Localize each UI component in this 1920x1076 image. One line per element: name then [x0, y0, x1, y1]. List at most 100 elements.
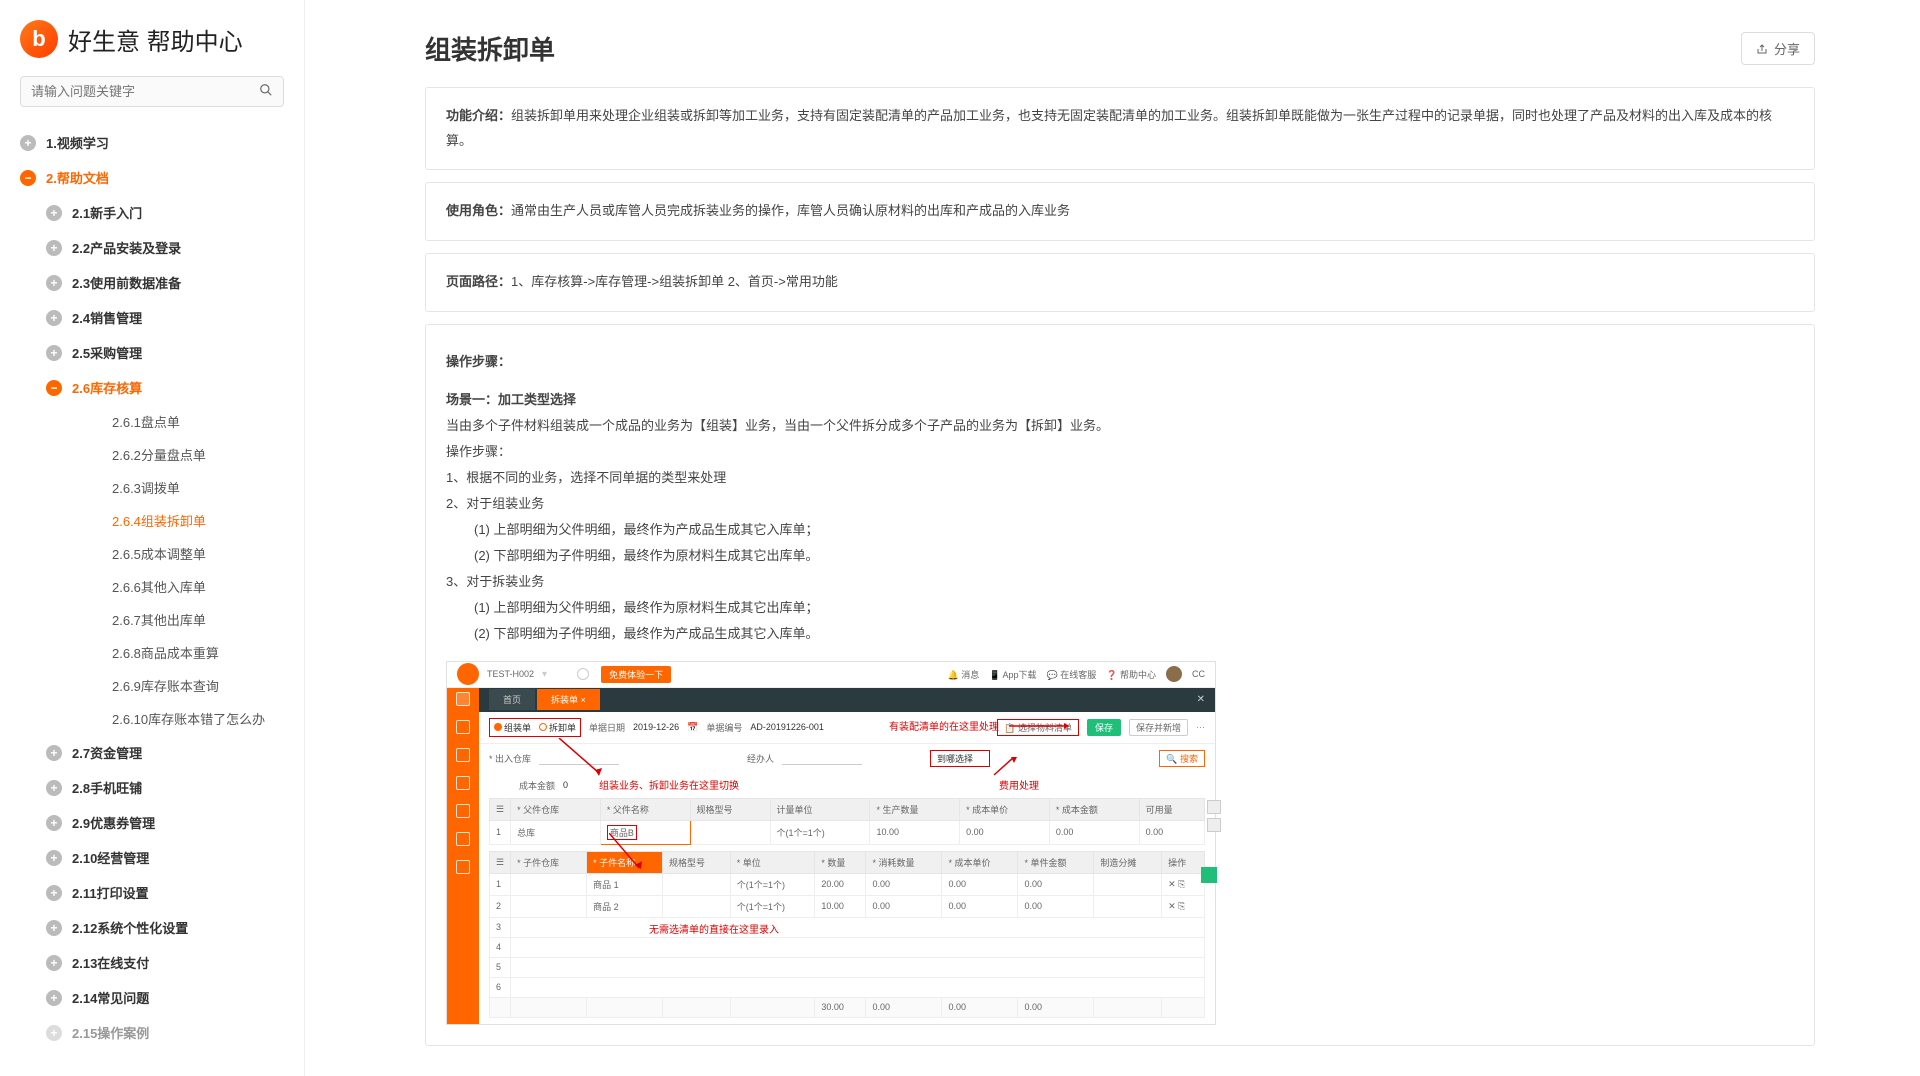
logo: b 好生意 帮助中心 — [20, 20, 284, 58]
chevron-down-icon: ▾ — [542, 669, 547, 680]
site-title: 好生意 帮助中心 — [68, 22, 243, 57]
nav-2-6-10[interactable]: 2.6.10库存账本错了怎么办 — [72, 702, 284, 735]
search-input[interactable] — [31, 84, 259, 99]
ss-operator-input — [782, 751, 862, 765]
nav-2-9[interactable]: 2.9优惠券管理 — [46, 805, 284, 840]
minus-icon — [46, 380, 62, 396]
nav-2-1[interactable]: 2.1新手入门 — [46, 195, 284, 230]
step1: 1、根据不同的业务，选择不同单据的类型来处理 — [446, 465, 1794, 491]
gear-icon — [1207, 818, 1221, 832]
plus-icon — [46, 990, 62, 1006]
search-icon[interactable] — [259, 83, 273, 100]
page-title: 组装拆卸单 — [425, 30, 555, 67]
nav-docs[interactable]: 2.帮助文档 — [20, 160, 284, 195]
main-content: 组装拆卸单 分享 功能介绍：组装拆卸单用来处理企业组装或拆卸等加工业务，支持有固… — [305, 0, 1865, 1076]
scene1-title: 场景一：加工类型选择 — [446, 387, 1794, 413]
plus-icon — [46, 920, 62, 936]
ss-parent-table: ☰ * 父件仓库* 父件名称规格型号 计量单位* 生产数量* 成本单价 * 成本… — [489, 798, 1205, 845]
refresh-icon — [577, 668, 589, 680]
ss-annotation-3: 费用处理 — [999, 777, 1039, 792]
nav-2-6-6[interactable]: 2.6.6其他入库单 — [72, 570, 284, 603]
plus-icon — [46, 885, 62, 901]
intro-label: 功能介绍： — [446, 108, 511, 123]
role-label: 使用角色： — [446, 203, 511, 218]
ss-annotation-1: 有装配清单的在这里处理 — [889, 718, 999, 733]
nav-2-8[interactable]: 2.8手机旺铺 — [46, 770, 284, 805]
nav-2-14[interactable]: 2.14常见问题 — [46, 980, 284, 1015]
nav-2-2[interactable]: 2.2产品安装及登录 — [46, 230, 284, 265]
plus-icon — [20, 135, 36, 151]
path-box: 页面路径：1、库存核算->库存管理->组装拆卸单 2、首页->常用功能 — [425, 253, 1815, 312]
plus-icon — [46, 275, 62, 291]
embedded-screenshot: TEST-H002 ▾ 免费体验一下 🔔 消息 📱 App下载 💬 在线客服 ❓… — [446, 661, 1216, 1025]
cart-icon — [456, 720, 470, 734]
nav-2-6-5[interactable]: 2.6.5成本调整单 — [72, 537, 284, 570]
sidebar: b 好生意 帮助中心 1.视频学习 2.帮助文档 2.1新手入门 2.2产品安装… — [0, 0, 305, 1076]
search-box[interactable] — [20, 76, 284, 107]
steps-sub: 操作步骤： — [446, 439, 1794, 465]
path-text: 1、库存核算->库存管理->组装拆卸单 2、首页->常用功能 — [511, 274, 838, 289]
ss-tab-current: 拆装单 × — [537, 689, 600, 710]
ss-saveadd-button: 保存并新增 — [1129, 719, 1188, 736]
report-icon — [456, 832, 470, 846]
share-button[interactable]: 分享 — [1741, 32, 1815, 65]
ss-code-value: AD-20191226-001 — [750, 722, 824, 732]
grid-icon — [1207, 800, 1221, 814]
ss-msg: 🔔 消息 — [948, 668, 980, 681]
ss-cost-label: 成本金额 — [519, 779, 555, 792]
steps-title: 操作步骤： — [446, 349, 1794, 375]
nav-2-4[interactable]: 2.4销售管理 — [46, 300, 284, 335]
plus-icon — [46, 780, 62, 796]
plus-icon — [46, 310, 62, 326]
share-icon — [1756, 43, 1768, 55]
step2b: (2) 下部明细为子件明细，最终作为原材料生成其它出库单。 — [446, 543, 1794, 569]
nav-2-12[interactable]: 2.12系统个性化设置 — [46, 910, 284, 945]
ss-tab-home: 首页 — [489, 689, 535, 710]
nav-2-10[interactable]: 2.10经营管理 — [46, 840, 284, 875]
scene1-desc: 当由多个子件材料组装成一个成品的业务为【组装】业务，当由一个父件拆分成多个子产品… — [446, 413, 1794, 439]
box-icon — [456, 748, 470, 762]
nav-2-6-8[interactable]: 2.6.8商品成本重算 — [72, 636, 284, 669]
ss-date-label: 单据日期 — [589, 721, 625, 734]
nav-2-3[interactable]: 2.3使用前数据准备 — [46, 265, 284, 300]
ss-tabs: 首页 拆装单 × ✕ — [479, 688, 1215, 712]
nav-2-7[interactable]: 2.7资金管理 — [46, 735, 284, 770]
calendar-icon: 📅 — [687, 722, 698, 733]
nav-2-11[interactable]: 2.11打印设置 — [46, 875, 284, 910]
ss-search-button: 🔍 搜索 — [1159, 750, 1205, 767]
nav-2-6[interactable]: 2.6库存核算 — [46, 370, 284, 405]
step2a: (1) 上部明细为父件明细，最终作为产成品生成其它入库单； — [446, 517, 1794, 543]
plus-icon — [46, 345, 62, 361]
ss-date-value: 2019-12-26 — [633, 722, 679, 732]
intro-text: 组装拆卸单用来处理企业组装或拆卸等加工业务，支持有固定装配清单的产品加工业务，也… — [446, 108, 1772, 148]
nav-2-13[interactable]: 2.13在线支付 — [46, 945, 284, 980]
nav-2-5[interactable]: 2.5采购管理 — [46, 335, 284, 370]
plus-icon — [46, 205, 62, 221]
plus-icon — [46, 1025, 62, 1041]
nav-2-15[interactable]: 2.15操作案例 — [46, 1015, 284, 1050]
step2: 2、对于组装业务 — [446, 491, 1794, 517]
plus-icon — [46, 240, 62, 256]
nav-2-6-7[interactable]: 2.6.7其他出库单 — [72, 603, 284, 636]
minus-icon — [20, 170, 36, 186]
nav-2-6-3[interactable]: 2.6.3调拨单 — [72, 471, 284, 504]
ss-select-box: 到哪选择 — [930, 750, 990, 767]
more-icon: ⋯ — [1196, 722, 1205, 733]
role-box: 使用角色：通常由生产人员或库管人员完成拆装业务的操作，库管人员确认原材料的出库和… — [425, 182, 1815, 241]
intro-box: 功能介绍：组装拆卸单用来处理企业组装或拆卸等加工业务，支持有固定装配清单的产品加… — [425, 87, 1815, 170]
ss-sidebar — [447, 688, 479, 1024]
nav-2-6-2[interactable]: 2.6.2分量盘点单 — [72, 438, 284, 471]
plus-icon — [46, 955, 62, 971]
nav-2-6-9[interactable]: 2.6.9库存账本查询 — [72, 669, 284, 702]
warehouse-icon — [456, 776, 470, 790]
ss-logo-icon — [457, 663, 479, 685]
close-icon: ✕ — [1197, 694, 1215, 705]
nav-2-6-4[interactable]: 2.6.4组装拆卸单 — [72, 504, 284, 537]
role-text: 通常由生产人员或库管人员完成拆装业务的操作，库管人员确认原材料的出库和产成品的入… — [511, 203, 1070, 218]
nav-2-6-1[interactable]: 2.6.1盘点单 — [72, 405, 284, 438]
ss-child-table: ☰ * 子件仓库 * 子件名称 规格型号* 单位* 数量 * 消耗数量* 成本单… — [489, 851, 1205, 1018]
steps-box: 操作步骤： 场景一：加工类型选择 当由多个子件材料组装成一个成品的业务为【组装】… — [425, 324, 1815, 1046]
ss-save-button: 保存 — [1087, 719, 1121, 736]
ss-wh-label: * 出入仓库 — [489, 752, 531, 765]
nav-video[interactable]: 1.视频学习 — [20, 125, 284, 160]
